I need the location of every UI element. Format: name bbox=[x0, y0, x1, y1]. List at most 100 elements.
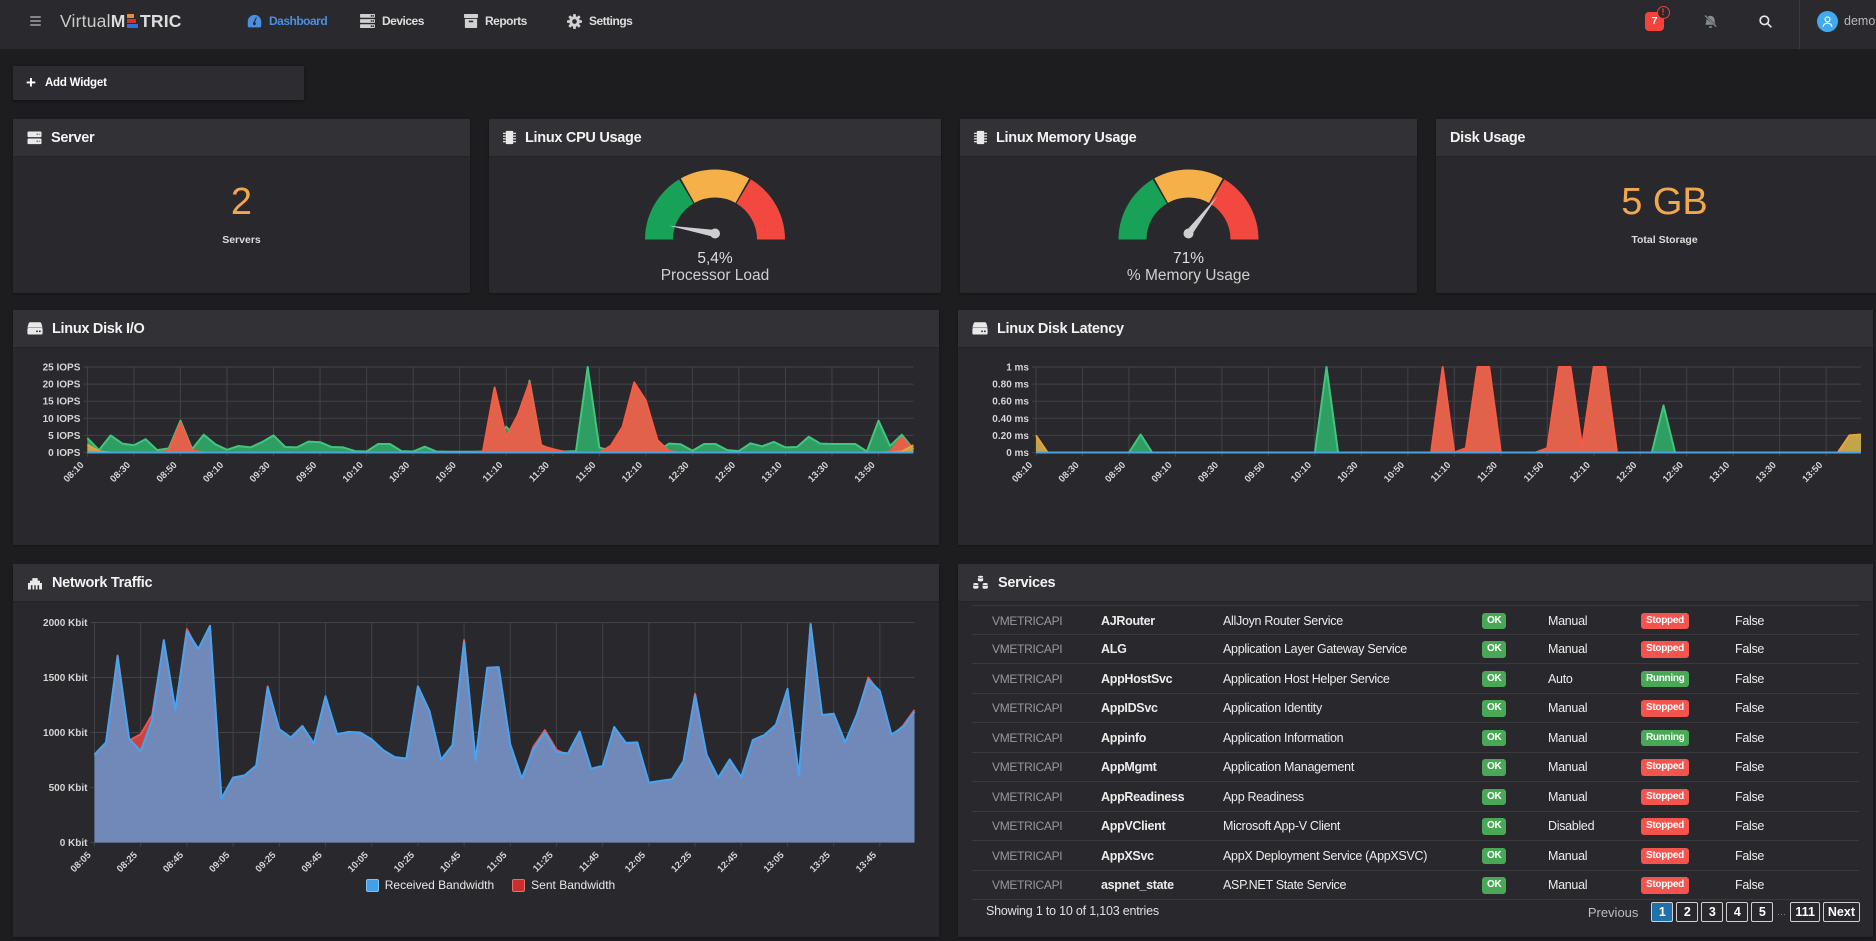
service-host: VMETRICAPI bbox=[992, 664, 1062, 694]
service-service-name: AppVClient bbox=[1101, 812, 1165, 842]
pagination-page-2[interactable]: 2 bbox=[1676, 902, 1698, 922]
svg-text:13:25: 13:25 bbox=[808, 849, 833, 874]
cpu-value-label: 5,4% bbox=[489, 250, 941, 268]
service-description: Application Information bbox=[1223, 723, 1343, 753]
state-badge: Stopped bbox=[1641, 877, 1689, 894]
service-service-name: AppReadiness bbox=[1101, 782, 1184, 812]
add-widget-button[interactable]: + Add Widget bbox=[13, 66, 304, 100]
service-state: Stopped bbox=[1641, 635, 1689, 665]
legend-label: Received Bandwidth bbox=[385, 878, 494, 892]
sent-swatch bbox=[512, 879, 525, 892]
svg-text:0 IOPS: 0 IOPS bbox=[48, 448, 81, 459]
service-startup-type: Manual bbox=[1548, 782, 1587, 812]
svg-text:08:05: 08:05 bbox=[69, 849, 94, 874]
state-badge: Stopped bbox=[1641, 613, 1689, 630]
svg-text:09:30: 09:30 bbox=[248, 460, 273, 485]
service-row[interactable]: VMETRICAPIAppXSvcAppX Deployment Service… bbox=[972, 841, 1859, 871]
pagination-page-1[interactable]: 1 bbox=[1651, 902, 1673, 922]
service-row[interactable]: VMETRICAPIAppReadinessApp ReadinessOKMan… bbox=[972, 782, 1859, 812]
state-badge: Stopped bbox=[1641, 641, 1689, 658]
service-status: OK bbox=[1482, 871, 1506, 901]
service-delayed-start: False bbox=[1735, 782, 1764, 812]
service-description: AppX Deployment Service (AppXSVC) bbox=[1223, 841, 1427, 871]
service-service-name: Appinfo bbox=[1101, 723, 1146, 753]
svg-text:11:50: 11:50 bbox=[574, 460, 599, 485]
received-swatch bbox=[366, 879, 379, 892]
disk-usage-widget-header: Disk Usage bbox=[1436, 119, 1876, 157]
service-host: VMETRICAPI bbox=[992, 812, 1062, 842]
svg-text:0.80 ms: 0.80 ms bbox=[992, 380, 1029, 391]
service-row[interactable]: VMETRICAPIAJRouterAllJoyn Router Service… bbox=[972, 605, 1859, 635]
svg-text:08:10: 08:10 bbox=[1010, 460, 1035, 485]
service-row[interactable]: VMETRICAPIAppIDSvcApplication IdentityOK… bbox=[972, 694, 1859, 724]
search-button[interactable] bbox=[1759, 0, 1772, 42]
notification-count: 7 bbox=[1652, 15, 1658, 27]
svg-text:09:05: 09:05 bbox=[207, 849, 232, 874]
pagination-previous[interactable]: Previous bbox=[1588, 905, 1639, 920]
top-navbar: VirtualMTRIC Dashboard Devices Reports S… bbox=[0, 0, 1876, 49]
svg-text:10:30: 10:30 bbox=[387, 460, 412, 485]
state-badge: Stopped bbox=[1641, 848, 1689, 865]
svg-text:10:50: 10:50 bbox=[434, 460, 459, 485]
svg-text:12:30: 12:30 bbox=[667, 460, 692, 485]
navbar-divider bbox=[1799, 0, 1800, 49]
service-row[interactable]: VMETRICAPIAppHostSvcApplication Host Hel… bbox=[972, 664, 1859, 694]
svg-text:15 IOPS: 15 IOPS bbox=[43, 397, 81, 408]
service-description: Application Management bbox=[1223, 753, 1354, 783]
svg-text:12:30: 12:30 bbox=[1614, 460, 1639, 485]
service-row[interactable]: VMETRICAPIaspnet_stateASP.NET State Serv… bbox=[972, 871, 1859, 901]
service-state: Stopped bbox=[1641, 812, 1689, 842]
services-widget-header: Services bbox=[958, 564, 1873, 602]
status-badge: OK bbox=[1482, 613, 1506, 630]
service-row[interactable]: VMETRICAPIAppinfoApplication Information… bbox=[972, 723, 1859, 753]
service-host: VMETRICAPI bbox=[992, 694, 1062, 724]
ethernet-icon bbox=[27, 576, 43, 590]
svg-text:08:25: 08:25 bbox=[115, 849, 140, 874]
svg-text:13:10: 13:10 bbox=[760, 460, 785, 485]
service-state: Stopped bbox=[1641, 782, 1689, 812]
service-state: Running bbox=[1641, 664, 1689, 694]
memory-widget-header: Linux Memory Usage bbox=[960, 119, 1417, 157]
svg-text:1500 Kbit: 1500 Kbit bbox=[43, 673, 88, 684]
service-delayed-start: False bbox=[1735, 723, 1764, 753]
service-row[interactable]: VMETRICAPIAppVClientMicrosoft App-V Clie… bbox=[972, 812, 1859, 842]
svg-text:0.40 ms: 0.40 ms bbox=[992, 414, 1029, 425]
service-host: VMETRICAPI bbox=[992, 782, 1062, 812]
svg-text:12:05: 12:05 bbox=[623, 849, 648, 874]
service-description: AllJoyn Router Service bbox=[1223, 606, 1343, 636]
memory-value-label: 71% bbox=[960, 250, 1417, 268]
svg-text:11:30: 11:30 bbox=[1475, 460, 1500, 485]
status-badge: OK bbox=[1482, 671, 1506, 688]
svg-text:08:50: 08:50 bbox=[1103, 460, 1128, 485]
service-row[interactable]: VMETRICAPIAppMgmtApplication ManagementO… bbox=[972, 753, 1859, 783]
notifications-button[interactable]: 7 ! bbox=[1645, 0, 1664, 42]
service-startup-type: Manual bbox=[1548, 694, 1587, 724]
service-description: Application Layer Gateway Service bbox=[1223, 635, 1407, 665]
service-startup-type: Manual bbox=[1548, 606, 1587, 636]
pagination-page-111[interactable]: 111 bbox=[1790, 902, 1819, 922]
services-footer-text: Showing 1 to 10 of 1,103 entries bbox=[986, 904, 1159, 918]
svg-text:10:10: 10:10 bbox=[341, 460, 366, 485]
service-host: VMETRICAPI bbox=[992, 871, 1062, 901]
service-startup-type: Manual bbox=[1548, 635, 1587, 665]
svg-text:09:50: 09:50 bbox=[294, 460, 319, 485]
pagination-page-4[interactable]: 4 bbox=[1726, 902, 1748, 922]
svg-text:10:10: 10:10 bbox=[1289, 460, 1314, 485]
widget-title: Linux Disk Latency bbox=[997, 321, 1124, 337]
pagination-page-5[interactable]: 5 bbox=[1751, 902, 1773, 922]
username-label: demo bbox=[1844, 14, 1875, 28]
svg-text:1000 Kbit: 1000 Kbit bbox=[43, 728, 88, 739]
svg-text:08:30: 08:30 bbox=[108, 460, 133, 485]
user-menu[interactable]: demo bbox=[1817, 0, 1875, 42]
widget-title: Services bbox=[998, 575, 1055, 591]
notification-badge: 7 ! bbox=[1645, 12, 1664, 31]
pagination-next[interactable]: Next bbox=[1823, 902, 1860, 922]
service-row[interactable]: VMETRICAPIALGApplication Layer Gateway S… bbox=[972, 635, 1859, 665]
pagination-page-3[interactable]: 3 bbox=[1701, 902, 1723, 922]
server-count-value: 2 bbox=[231, 181, 252, 223]
server-widget-header: Server bbox=[13, 119, 470, 157]
mute-notifications-button[interactable] bbox=[1703, 0, 1718, 42]
cpu-widget-header: Linux CPU Usage bbox=[489, 119, 941, 157]
svg-text:08:50: 08:50 bbox=[155, 460, 180, 485]
svg-text:09:30: 09:30 bbox=[1196, 460, 1221, 485]
